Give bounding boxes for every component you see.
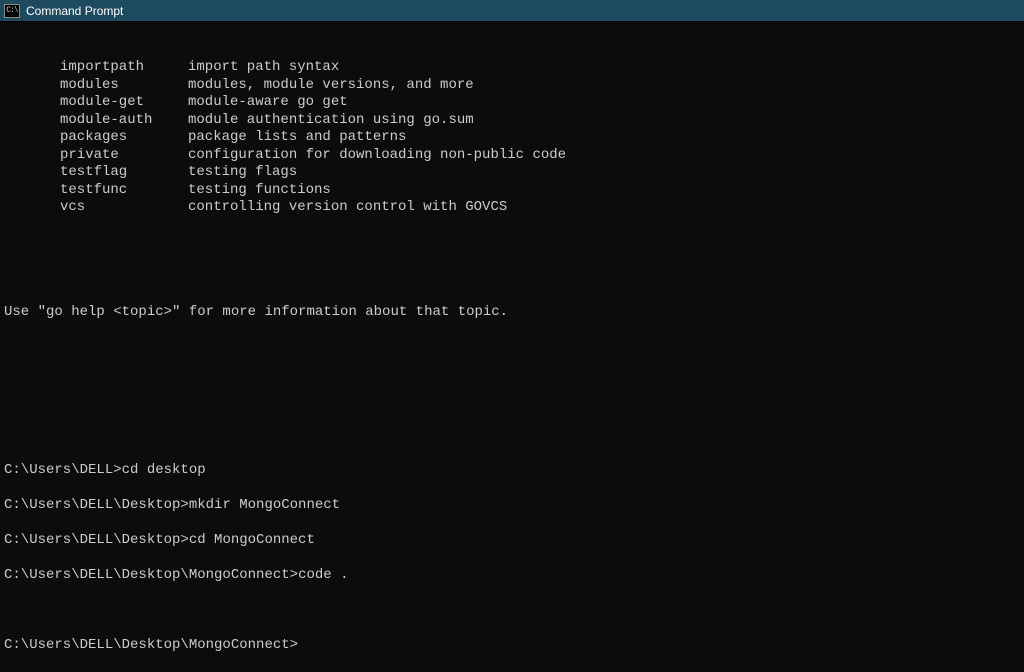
help-topic-row: packagespackage lists and patterns [4, 129, 1024, 147]
history-line: C:\Users\DELL\Desktop>cd MongoConnect [4, 532, 1024, 550]
help-topic-description: testing flags [188, 164, 1024, 182]
help-topic-row: module-authmodule authentication using g… [4, 112, 1024, 130]
help-topic-description: module authentication using go.sum [188, 112, 1024, 130]
prompt-text: C:\Users\DELL\Desktop> [4, 532, 189, 550]
help-topic-row: module-getmodule-aware go get [4, 94, 1024, 112]
current-prompt: C:\Users\DELL\Desktop\MongoConnect> [4, 637, 298, 655]
help-topic-description: module-aware go get [188, 94, 1024, 112]
help-topic-name: private [4, 147, 188, 165]
help-topic-row: testfunctesting functions [4, 182, 1024, 200]
help-topic-name: module-get [4, 94, 188, 112]
help-footer: Use "go help <topic>" for more informati… [4, 304, 1024, 322]
cmd-icon: C:\ [4, 4, 20, 18]
history-line: C:\Users\DELL\Desktop\MongoConnect>code … [4, 567, 1024, 585]
help-topic-row: testflagtesting flags [4, 164, 1024, 182]
help-topic-name: importpath [4, 59, 188, 77]
help-topic-description: controlling version control with GOVCS [188, 199, 1024, 217]
help-topic-row: vcscontrolling version control with GOVC… [4, 199, 1024, 217]
prompt-text: C:\Users\DELL\Desktop\MongoConnect> [4, 567, 298, 585]
command-text: mkdir MongoConnect [189, 497, 340, 515]
prompt-text: C:\Users\DELL> [4, 462, 122, 480]
current-prompt-line[interactable]: C:\Users\DELL\Desktop\MongoConnect> [4, 637, 1024, 655]
history-line: C:\Users\DELL\Desktop>mkdir MongoConnect [4, 497, 1024, 515]
help-topic-name: testfunc [4, 182, 188, 200]
help-topic-description: import path syntax [188, 59, 1024, 77]
help-topic-description: package lists and patterns [188, 129, 1024, 147]
prompt-text: C:\Users\DELL\Desktop> [4, 497, 189, 515]
help-topic-description: configuration for downloading non-public… [188, 147, 1024, 165]
help-topic-description: modules, module versions, and more [188, 77, 1024, 95]
help-topic-row: modulesmodules, module versions, and mor… [4, 77, 1024, 95]
help-topic-row: privateconfiguration for downloading non… [4, 147, 1024, 165]
help-topic-name: modules [4, 77, 188, 95]
command-text: code . [298, 567, 348, 585]
help-topic-name: packages [4, 129, 188, 147]
titlebar[interactable]: C:\ Command Prompt [0, 0, 1024, 22]
help-topic-name: vcs [4, 199, 188, 217]
terminal-output[interactable]: importpathimport path syntaxmodulesmodul… [0, 22, 1024, 672]
window-title: Command Prompt [26, 4, 123, 18]
help-topic-row: importpathimport path syntax [4, 59, 1024, 77]
help-topic-name: testflag [4, 164, 188, 182]
history-line: C:\Users\DELL>cd desktop [4, 462, 1024, 480]
command-text: cd desktop [122, 462, 206, 480]
command-text: cd MongoConnect [189, 532, 315, 550]
help-topic-description: testing functions [188, 182, 1024, 200]
help-topic-name: module-auth [4, 112, 188, 130]
